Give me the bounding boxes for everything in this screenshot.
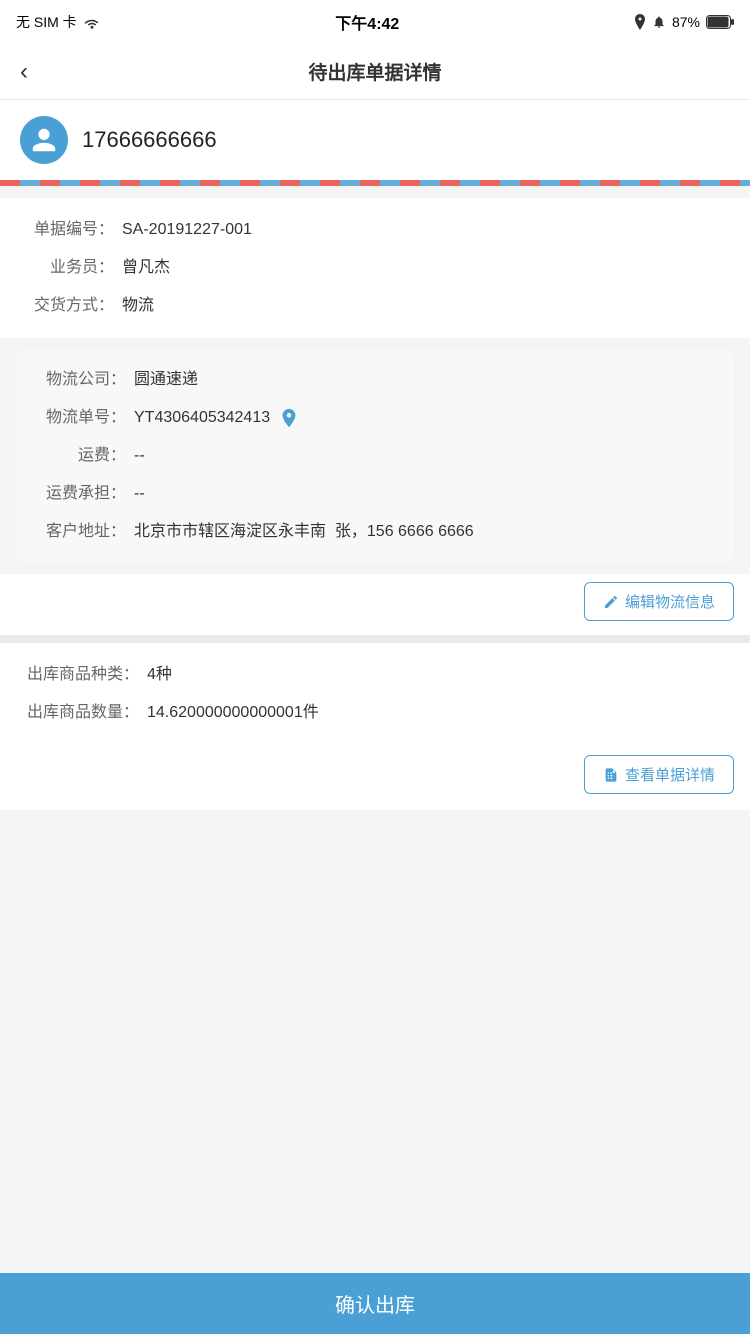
status-right: 87% [634,14,734,30]
delivery-method-row: 交货方式： 物流 [24,294,726,318]
contact-header: 17666666666 [0,100,750,180]
edit-logistics-button[interactable]: 编辑物流信息 [584,582,734,621]
salesman-value: 曾凡杰 [122,256,726,280]
document-no-row: 单据编号： SA-20191227-001 [24,218,726,242]
confirm-button-area: 确认出库 [0,1273,750,1334]
delivery-method-label: 交货方式： [24,294,114,318]
section-divider [0,635,750,643]
logistics-card: 物流公司： 圆通速递 物流单号： YT4306405342413 运费： -- … [16,350,734,562]
product-quantity-value: 14.620000000000001件 [147,701,726,725]
wifi-icon [83,15,101,29]
tracking-label: 物流单号： [36,406,126,430]
edit-logistics-label: 编辑物流信息 [625,591,715,612]
view-details-label: 查看单据详情 [625,764,715,785]
person-icon [30,126,58,154]
status-bar: 无 SIM 卡 下午4:42 87% [0,0,750,44]
battery-icon [706,15,734,29]
freight-row: 运费： -- [36,444,714,468]
product-quantity-label: 出库商品数量： [24,701,139,725]
document-no-value: SA-20191227-001 [122,218,726,242]
status-time: 下午4:42 [335,10,399,34]
freight-bearer-row: 运费承担： -- [36,482,714,506]
address-value: 北京市市辖区海淀区永丰南 张，156 6666 6666 [134,520,714,544]
document-no-label: 单据编号： [24,218,114,242]
product-types-row: 出库商品种类： 4种 [24,663,726,687]
salesman-row: 业务员： 曾凡杰 [24,256,726,280]
tracking-value-container: YT4306405342413 [134,406,714,430]
avatar [20,116,68,164]
product-quantity-row: 出库商品数量： 14.620000000000001件 [24,701,726,725]
map-pin-icon[interactable] [278,407,300,429]
tracking-no-row: 物流单号： YT4306405342413 [36,406,714,430]
product-types-value: 4种 [147,663,726,687]
delivery-method-value: 物流 [122,294,726,318]
product-section: 出库商品种类： 4种 出库商品数量： 14.620000000000001件 [0,643,750,745]
edit-icon [603,594,619,610]
back-button[interactable]: ‹ [20,60,28,84]
basic-info-section: 单据编号： SA-20191227-001 业务员： 曾凡杰 交货方式： 物流 [0,198,750,338]
document-icon [603,767,619,783]
view-details-button[interactable]: 查看单据详情 [584,755,734,794]
battery-text: 87% [672,14,700,30]
freight-bearer-label: 运费承担： [36,482,126,506]
freight-bearer-value: -- [134,482,714,506]
status-left: 无 SIM 卡 [16,12,101,32]
alarm-icon [652,14,666,30]
view-details-area: 查看单据详情 [0,745,750,810]
content-spacer [0,810,750,1264]
nav-bar: ‹ 待出库单据详情 [0,44,750,100]
confirm-outbound-button[interactable]: 确认出库 [0,1289,750,1318]
carrier-text: 无 SIM 卡 [16,12,77,32]
logistics-company-value: 圆通速递 [134,368,714,392]
product-types-label: 出库商品种类： [24,663,139,687]
page-title: 待出库单据详情 [308,58,441,85]
edit-logistics-area: 编辑物流信息 [0,574,750,635]
contact-phone: 17666666666 [82,127,217,153]
freight-label: 运费： [36,444,126,468]
tracking-no-text: YT4306405342413 [134,406,270,430]
dashed-divider [0,180,750,186]
address-label: 客户地址： [36,520,126,544]
logistics-company-label: 物流公司： [36,368,126,392]
address-row: 客户地址： 北京市市辖区海淀区永丰南 张，156 6666 6666 [36,520,714,544]
salesman-label: 业务员： [24,256,114,280]
freight-value: -- [134,444,714,468]
logistics-company-row: 物流公司： 圆通速递 [36,368,714,392]
location-status-icon [634,14,646,30]
